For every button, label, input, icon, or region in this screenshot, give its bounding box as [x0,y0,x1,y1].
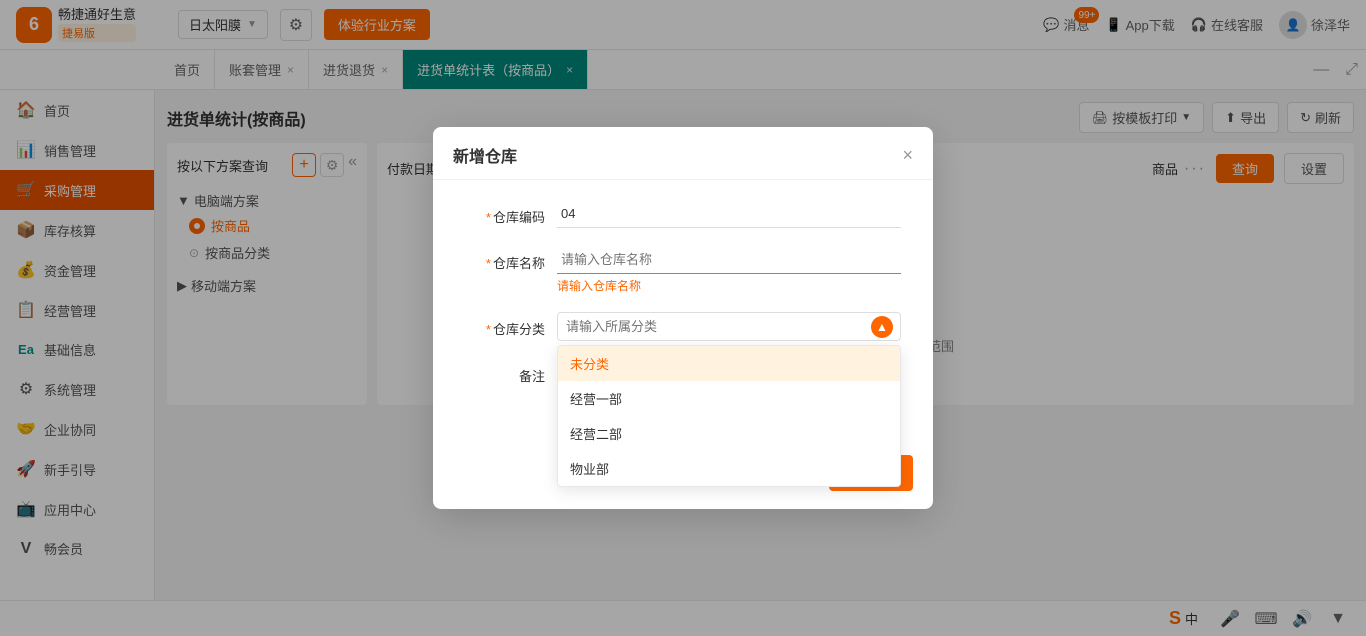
dialog-header: 新增仓库 × [433,127,933,180]
dialog-body: *仓库编码 *仓库名称 请输入仓库名称 *仓库分类 ▲ [433,180,933,445]
warehouse-name-field: 请输入仓库名称 [557,246,901,294]
warehouse-category-field: ▲ 未分类 经营一部 经营二部 物业部 [557,312,901,341]
dropdown-option-dept1[interactable]: 经营一部 [558,381,900,416]
warehouse-name-input[interactable] [557,246,901,274]
warehouse-code-row: *仓库编码 [465,200,901,228]
dialog-close-button[interactable]: × [902,145,913,166]
add-warehouse-dialog: 新增仓库 × *仓库编码 *仓库名称 请输入仓库名称 *仓库分类 [433,127,933,509]
warehouse-category-input[interactable] [557,312,901,341]
remark-label: 备注 [465,359,545,385]
warehouse-category-label: *仓库分类 [465,312,545,338]
warehouse-name-label: *仓库名称 [465,246,545,272]
category-dropdown-list: 未分类 经营一部 经营二部 物业部 [557,345,901,487]
warehouse-category-row: *仓库分类 ▲ 未分类 经营一部 经营二部 物业部 [465,312,901,341]
warehouse-code-label: *仓库编码 [465,200,545,226]
dropdown-option-dept2[interactable]: 经营二部 [558,416,900,451]
dialog-title: 新增仓库 [453,143,517,167]
warehouse-code-field [557,200,901,228]
warehouse-name-error: 请输入仓库名称 [557,277,901,294]
dropdown-option-property[interactable]: 物业部 [558,451,900,486]
warehouse-code-input[interactable] [557,200,901,228]
category-dropdown-toggle[interactable]: ▲ [871,316,893,338]
dropdown-option-uncategorized[interactable]: 未分类 [558,346,900,381]
warehouse-name-row: *仓库名称 请输入仓库名称 [465,246,901,294]
